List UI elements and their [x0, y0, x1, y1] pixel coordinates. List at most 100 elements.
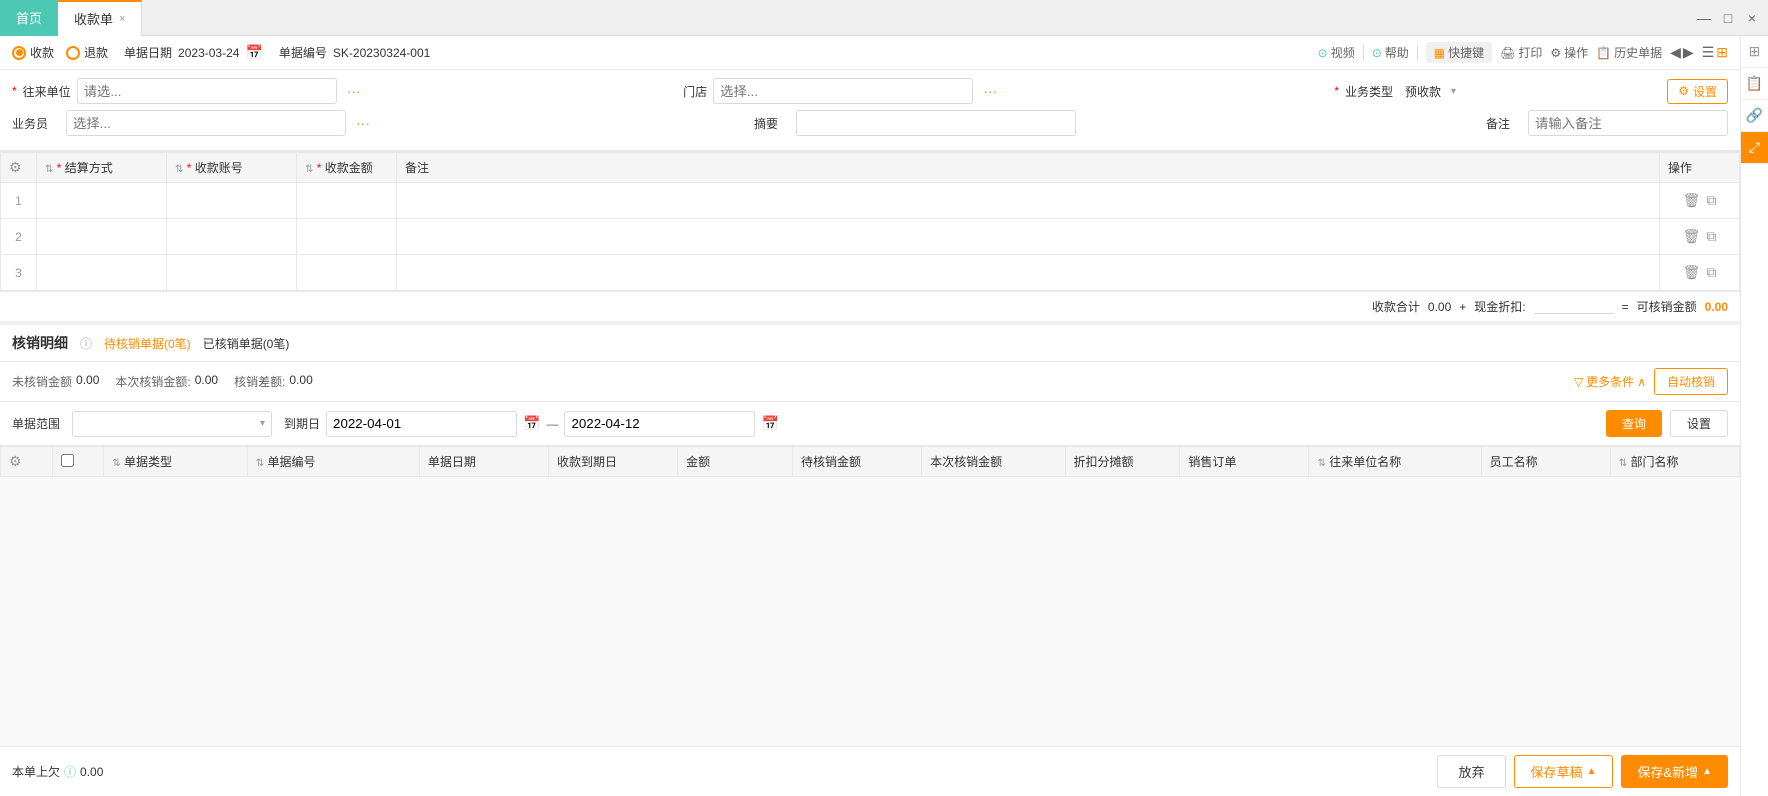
setting-button[interactable]: ⚙ 设置	[1667, 79, 1728, 104]
col-action-header: 操作	[1660, 153, 1740, 183]
total-value: 0.00	[1428, 300, 1451, 314]
doc-range-label: 单据范围	[12, 415, 60, 432]
row-2-remark[interactable]	[397, 219, 1660, 255]
sidebar-link-icon[interactable]: 🔗	[1741, 100, 1768, 132]
date-to-cal-icon[interactable]: 📅	[761, 415, 778, 432]
row-1-copy-icon[interactable]: ⧉	[1706, 192, 1716, 209]
tab-close-icon[interactable]: ×	[119, 13, 125, 25]
bottom-btn-group: 放弃 保存草稿 ▲ 保存&新增 ▲	[1437, 755, 1728, 788]
save-new-arrow-icon: ▲	[1702, 766, 1712, 777]
row-1-account[interactable]	[167, 183, 297, 219]
discount-input[interactable]	[1534, 299, 1614, 314]
row-3-amount[interactable]	[297, 255, 397, 291]
layout-grid-icon[interactable]: ⊞	[1716, 44, 1728, 61]
video-btn[interactable]: ⊙ 视频	[1318, 44, 1355, 61]
account-sort-icon[interactable]: ⇅	[175, 164, 183, 175]
row-2-delete-icon[interactable]: 🗑	[1683, 228, 1701, 245]
minimize-button[interactable]: —	[1696, 10, 1712, 26]
row-1-settle[interactable]	[37, 183, 167, 219]
setting-icon: ⚙	[1678, 84, 1689, 98]
business-type-label: 业务类型	[1345, 83, 1393, 100]
wo-select-all-checkbox[interactable]	[61, 454, 74, 467]
settle-sort-icon[interactable]: ⇅	[45, 164, 53, 175]
tab-home-label: 首页	[16, 8, 42, 27]
staff-input[interactable]	[66, 110, 346, 136]
query-button[interactable]: 查询	[1606, 410, 1662, 437]
layout-list-icon[interactable]: ☰	[1702, 44, 1715, 61]
row-3-delete-icon[interactable]: 🗑	[1683, 264, 1701, 281]
radio-refund[interactable]: 退款	[66, 44, 108, 61]
nav-right-icon[interactable]: ▶	[1683, 44, 1694, 61]
nav-left-icon[interactable]: ◀	[1670, 44, 1681, 61]
print-btn[interactable]: 🖨 打印	[1500, 44, 1542, 61]
store-more-btn[interactable]: ···	[983, 83, 997, 99]
wo-dept-sort-icon[interactable]: ⇅	[1619, 458, 1627, 469]
partner-more-btn[interactable]: ···	[347, 83, 361, 99]
pending-tab[interactable]: 待核销单据(0笔)	[104, 335, 191, 352]
filter-icon: ▽	[1574, 375, 1583, 389]
row-3-account[interactable]	[167, 255, 297, 291]
save-draft-label: 保存草稿	[1531, 762, 1583, 781]
done-tab[interactable]: 已核销单据(0笔)	[203, 335, 290, 352]
row-1-amount[interactable]	[297, 183, 397, 219]
row-3-settle[interactable]	[37, 255, 167, 291]
sidebar-table-icon[interactable]: ⊞	[1741, 36, 1768, 68]
save-new-button[interactable]: 保存&新增 ▲	[1621, 755, 1728, 788]
wo-num-sort-icon[interactable]: ⇅	[256, 458, 264, 469]
restore-button[interactable]: □	[1720, 10, 1736, 26]
sidebar-expand-icon[interactable]: ⤢	[1741, 132, 1768, 164]
calendar-icon[interactable]: 📅	[245, 44, 262, 61]
remark-input[interactable]	[1528, 110, 1728, 136]
shortcut-icon: ▦	[1434, 46, 1445, 60]
row-2-amount[interactable]	[297, 219, 397, 255]
row-2-account[interactable]	[167, 219, 297, 255]
writeoff-stats: 未核销金额 0.00 本次核销金额: 0.00 核销差额: 0.00 ▽ 更多条…	[0, 362, 1740, 402]
help-btn[interactable]: ⊙ 帮助	[1372, 44, 1409, 61]
doc-range-select[interactable]: ▾	[72, 411, 272, 437]
tab-home[interactable]: 首页	[0, 0, 58, 36]
partner-input[interactable]	[77, 78, 337, 104]
date-from-cal-icon[interactable]: 📅	[523, 415, 540, 432]
save-draft-button[interactable]: 保存草稿 ▲	[1514, 755, 1614, 788]
row-1-num: 1	[1, 183, 37, 219]
operate-btn[interactable]: ⚙ 操作	[1550, 44, 1588, 61]
close-button[interactable]: ×	[1744, 10, 1760, 26]
staff-more-btn[interactable]: ···	[356, 115, 370, 131]
table-gear-icon[interactable]: ⚙	[9, 159, 22, 175]
help-icon: ⊙	[1372, 46, 1382, 60]
toolbar: 收款 退款 单据日期 2023-03-24 📅 单据编号 SK-20230324…	[0, 36, 1740, 70]
row-1-actions: 🗑 ⧉	[1660, 183, 1740, 219]
shortcut-btn[interactable]: ▦ 快捷键	[1426, 42, 1492, 63]
summary-input[interactable]	[796, 110, 1076, 136]
amount-sort-icon[interactable]: ⇅	[305, 164, 313, 175]
date-from-input[interactable]	[326, 411, 517, 437]
more-conditions-btn[interactable]: ▽ 更多条件 ∧	[1574, 373, 1646, 390]
wo-type-sort-icon[interactable]: ⇅	[112, 458, 120, 469]
current-writeoff-label: 本次核销金额:	[115, 373, 190, 390]
history-btn[interactable]: 📋 历史单据	[1596, 44, 1662, 61]
writeoff-title: 核销明细	[12, 333, 68, 353]
doc-num-value: SK-20230324-001	[333, 46, 430, 60]
row-3-remark[interactable]	[397, 255, 1660, 291]
radio-receive[interactable]: 收款	[12, 44, 54, 61]
bottom-stat: 本单上欠 ⓘ 0.00	[12, 763, 103, 780]
writeoff-info-icon[interactable]: ⓘ	[80, 335, 92, 352]
wo-col-type-header: ⇅ 单据类型	[104, 447, 247, 477]
row-2-settle[interactable]	[37, 219, 167, 255]
wo-partner-sort-icon[interactable]: ⇅	[1317, 458, 1325, 469]
store-input[interactable]	[713, 78, 973, 104]
row-1-delete-icon[interactable]: 🗑	[1683, 192, 1701, 209]
tab-current[interactable]: 收款单 ×	[58, 0, 142, 36]
wo-gear-icon[interactable]: ⚙	[9, 453, 22, 469]
auto-writeoff-button[interactable]: 自动核销	[1654, 368, 1728, 395]
row-3-copy-icon[interactable]: ⧉	[1706, 264, 1716, 281]
wo-col-discount-header: 折扣分摊额	[1065, 447, 1180, 477]
date-to-input[interactable]	[564, 411, 755, 437]
bottom-info-icon[interactable]: ⓘ	[64, 763, 76, 780]
row-2-copy-icon[interactable]: ⧉	[1706, 228, 1716, 245]
sidebar-receipt-icon[interactable]: 📋	[1741, 68, 1768, 100]
abandon-button[interactable]: 放弃	[1437, 755, 1505, 788]
writeoff-setting-button[interactable]: 设置	[1670, 410, 1728, 437]
business-type-arrow-icon[interactable]: ▾	[1451, 86, 1456, 97]
row-1-remark[interactable]	[397, 183, 1660, 219]
